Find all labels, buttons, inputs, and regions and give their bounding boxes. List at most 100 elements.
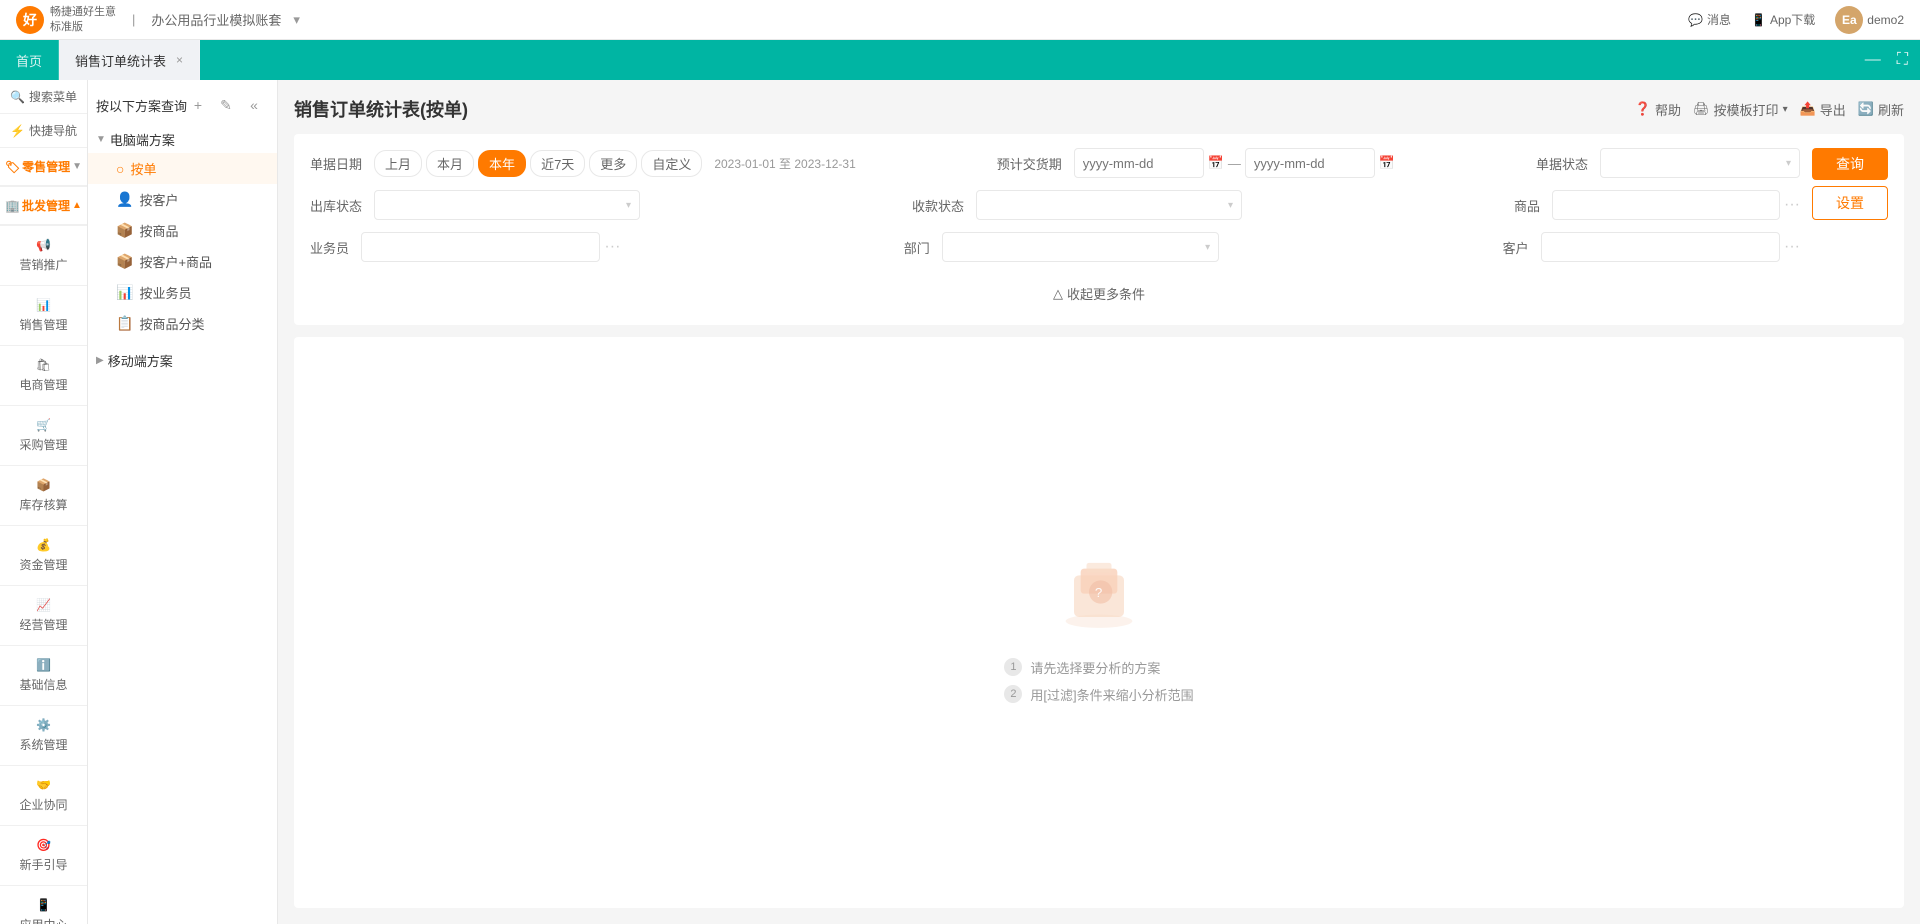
ship-status-select[interactable]: ▾ — [374, 190, 640, 220]
scheme-group-desktop: ▼ 电脑端方案 ○ 按单 👤 按客户 📦 按商品 📦 按客户+商品 — [88, 122, 277, 343]
settings-button[interactable]: 设置 — [1812, 186, 1888, 220]
sidebar-item-operations[interactable]: 📈 经营管理 — [0, 586, 87, 646]
system-icon: ⚙️ — [36, 718, 51, 732]
sidebar-item-purchase[interactable]: 🛒 采购管理 — [0, 406, 87, 466]
scheme-item-by-category[interactable]: 📋 按商品分类 — [88, 308, 277, 339]
app-center-icon: 📱 — [36, 898, 51, 912]
filter-row-date: 单据日期 上月 本月 本年 近7天 更多 自定义 2023-01-01 至 20… — [310, 148, 1800, 178]
basic-info-icon: ℹ️ — [36, 658, 51, 672]
tab-close-icon[interactable]: × — [176, 53, 183, 67]
department-arrow-icon: ▾ — [1205, 242, 1210, 253]
sidebar-item-inventory[interactable]: 📦 库存核算 — [0, 466, 87, 526]
scheme-item-by-order[interactable]: ○ 按单 — [88, 153, 277, 184]
scheme-item-by-goods[interactable]: 📦 按商品 — [88, 215, 277, 246]
sidebar-item-ecommerce[interactable]: 🛍 电商管理 — [0, 346, 87, 406]
sidebar-item-app-center[interactable]: 📱 应用中心 — [0, 886, 87, 924]
ship-status-label: 出库状态 — [310, 196, 362, 215]
inventory-icon: 📦 — [36, 478, 51, 492]
date-separator: — — [1228, 156, 1241, 171]
sidebar-item-marketing[interactable]: 📢 营销推广 — [0, 226, 87, 286]
query-button[interactable]: 查询 — [1812, 148, 1888, 180]
bill-status-select[interactable]: ▾ — [1600, 148, 1800, 178]
department-select[interactable]: ▾ — [942, 232, 1219, 262]
sidebar-item-basic-info[interactable]: ℹ️ 基础信息 — [0, 646, 87, 706]
finance-icon: 💰 — [36, 538, 51, 552]
date-btn-prev-month[interactable]: 上月 — [374, 150, 422, 177]
goods-more-icon[interactable]: ··· — [1784, 196, 1800, 214]
date-btn-more[interactable]: 更多 — [589, 150, 637, 177]
customer-more-icon[interactable]: ··· — [1784, 238, 1800, 256]
scheme-group-arrow-icon: ▼ — [96, 134, 106, 145]
sidebar-search[interactable]: 🔍 搜索菜单 — [0, 80, 87, 114]
salesperson-input[interactable] — [361, 232, 600, 262]
sidebar-item-finance[interactable]: 💰 资金管理 — [0, 526, 87, 586]
scheme-collapse-button[interactable]: « — [243, 94, 265, 116]
export-button[interactable]: 📤 导出 — [1800, 100, 1846, 119]
date-btn-group: 上月 本月 本年 近7天 更多 自定义 — [374, 150, 702, 177]
calendar-end-icon[interactable]: 📅 — [1379, 155, 1395, 171]
nav-tabs-right: — ⛶ — [1861, 40, 1920, 80]
customer-input[interactable] — [1541, 232, 1780, 262]
tab-expand-icon[interactable]: ⛶ — [1893, 47, 1912, 73]
search-icon: 🔍 — [10, 90, 25, 104]
sidebar-item-new-guide[interactable]: 🎯 新手引导 — [0, 826, 87, 886]
delivery-date-start[interactable] — [1074, 148, 1204, 178]
payment-status-arrow-icon: ▾ — [1228, 200, 1233, 211]
sidebar-item-retail[interactable]: 🏷 零售管理 ▼ — [0, 148, 87, 186]
svg-text:?: ? — [1095, 585, 1102, 600]
date-input-group: 📅 — 📅 — [1074, 148, 1395, 178]
marketing-icon: 📢 — [36, 238, 51, 252]
scheme-group-mobile-label: 移动端方案 — [108, 351, 173, 370]
payment-status-select[interactable]: ▾ — [976, 190, 1242, 220]
tab-sales-order-stats[interactable]: 销售订单统计表 × — [59, 40, 200, 80]
tab-minimize-icon[interactable]: — — [1861, 47, 1885, 73]
date-range-text: 2023-01-01 至 2023-12-31 — [714, 155, 855, 172]
scheme-edit-button[interactable]: ✎ — [215, 94, 237, 116]
app-download-button[interactable]: 📱 App下载 — [1751, 11, 1815, 28]
calendar-start-icon[interactable]: 📅 — [1208, 155, 1224, 171]
date-btn-7days[interactable]: 近7天 — [530, 150, 585, 177]
sidebar-item-system[interactable]: ⚙️ 系统管理 — [0, 706, 87, 766]
print-button[interactable]: 🖨 按模板打印 ▾ — [1693, 100, 1788, 119]
app-title-dropdown-icon[interactable]: ▾ — [293, 12, 300, 28]
scheme-group-header-mobile[interactable]: ▶ 移动端方案 — [88, 347, 277, 374]
retail-icon: 🏷 — [5, 160, 20, 174]
collapse-more-button[interactable]: △ 收起更多条件 — [1053, 284, 1145, 303]
filter-area: 单据日期 上月 本月 本年 近7天 更多 自定义 2023-01-01 至 20… — [294, 134, 1904, 325]
quick-nav-icon: ⚡ — [10, 124, 25, 138]
export-icon: 📤 — [1800, 101, 1816, 117]
print-icon: 🖨 — [1693, 101, 1710, 117]
purchase-icon: 🛒 — [36, 418, 51, 432]
logo-area: 好 畅捷通好生意 标准版 — [16, 5, 116, 34]
customer-label: 客户 — [1503, 238, 1529, 257]
scheme-item-by-customer-goods[interactable]: 📦 按客户+商品 — [88, 246, 277, 277]
enterprise-collab-icon: 🤝 — [36, 778, 51, 792]
scheme-item-by-customer[interactable]: 👤 按客户 — [88, 184, 277, 215]
message-icon: 💬 — [1688, 13, 1703, 27]
help-button[interactable]: ❓ 帮助 — [1635, 100, 1681, 119]
scheme-group-header-desktop[interactable]: ▼ 电脑端方案 — [88, 126, 277, 153]
empty-illustration: ? — [1049, 542, 1149, 642]
refresh-button[interactable]: 🔄 刷新 — [1858, 100, 1904, 119]
date-label: 单据日期 — [310, 154, 362, 173]
sidebar-item-wholesale[interactable]: 🏢 批发管理 ▲ — [0, 187, 87, 225]
app-title: 办公用品行业模拟账套 — [151, 10, 281, 29]
date-btn-this-month[interactable]: 本月 — [426, 150, 474, 177]
retail-arrow-icon: ▼ — [72, 161, 82, 172]
user-menu[interactable]: Ea demo2 — [1835, 6, 1904, 34]
date-btn-custom[interactable]: 自定义 — [641, 150, 702, 177]
ecommerce-icon: 🛍 — [36, 358, 51, 372]
salesperson-more-icon[interactable]: ··· — [604, 238, 620, 256]
messages-button[interactable]: 💬 消息 — [1688, 11, 1731, 28]
scheme-add-button[interactable]: + — [187, 94, 209, 116]
sidebar-quick-nav[interactable]: ⚡ 快捷导航 — [0, 114, 87, 148]
scheme-item-by-salesperson[interactable]: 📊 按业务员 — [88, 277, 277, 308]
date-btn-this-year[interactable]: 本年 — [478, 150, 526, 177]
tab-home[interactable]: 首页 — [0, 40, 59, 80]
operations-icon: 📈 — [36, 598, 51, 612]
goods-input[interactable] — [1552, 190, 1780, 220]
delivery-date-end[interactable] — [1245, 148, 1375, 178]
sidebar-item-enterprise-collab[interactable]: 🤝 企业协同 — [0, 766, 87, 826]
help-icon: ❓ — [1635, 101, 1651, 117]
sidebar-item-sales[interactable]: 📊 销售管理 — [0, 286, 87, 346]
